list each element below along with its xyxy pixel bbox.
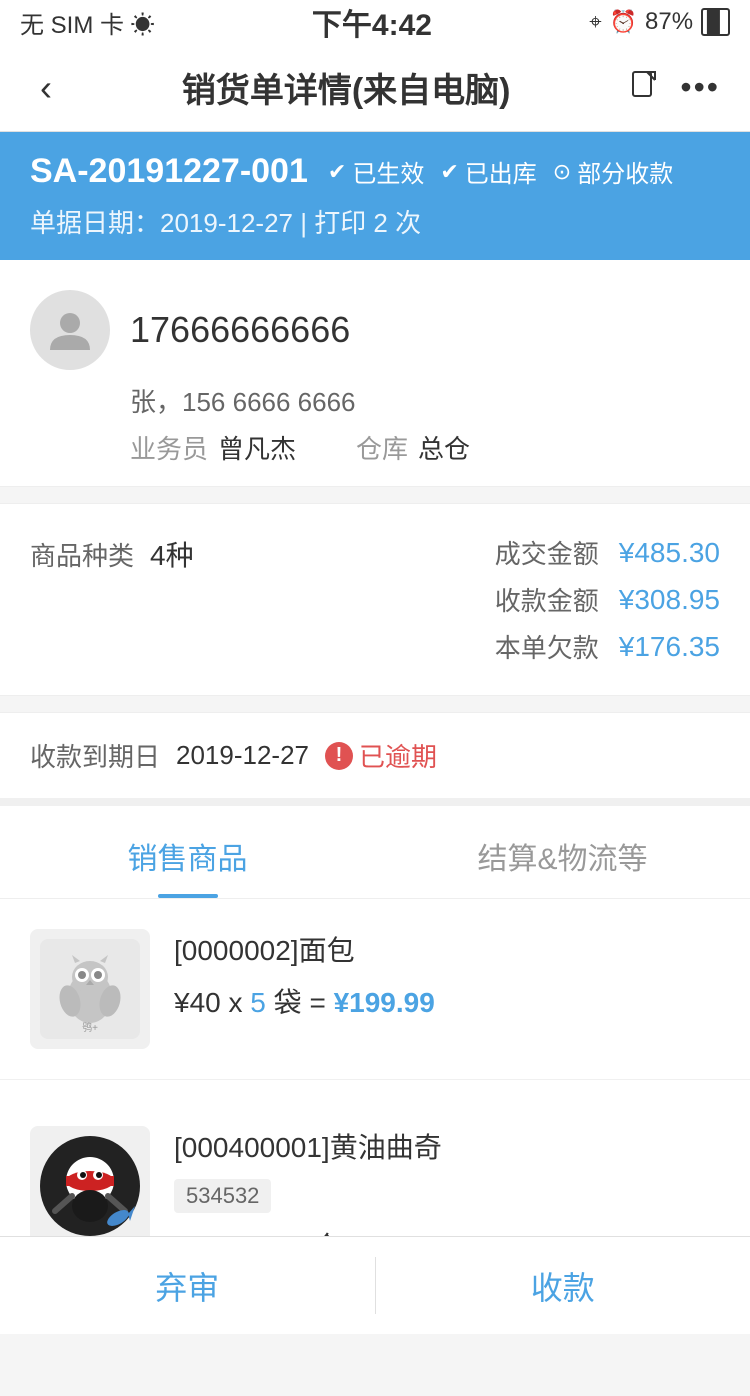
order-header-banner: SA-20191227-001 ✔ 已生效 ✔ 已出库 ⊙ 部分收款 单据日期：… bbox=[0, 132, 750, 260]
tab-products[interactable]: 销售商品 bbox=[0, 806, 375, 898]
warehouse-value: 总仓 bbox=[418, 429, 470, 466]
overdue-badge: ! 已逾期 bbox=[325, 737, 437, 774]
product-name-1: [0000002]面包 bbox=[174, 929, 720, 969]
product-thumbnail-2 bbox=[30, 1126, 150, 1246]
product-types-value: 4种 bbox=[150, 534, 194, 574]
customer-section: 17666666666 张，156 6666 6666 业务员 曾凡杰 仓库 总… bbox=[0, 260, 750, 487]
received-label: 收款金额 bbox=[495, 581, 599, 618]
customer-meta: 业务员 曾凡杰 仓库 总仓 bbox=[130, 429, 720, 466]
product-tag-2: 534532 bbox=[174, 1179, 271, 1213]
due-date-section: 收款到期日 2019-12-27 ! 已逾期 bbox=[0, 712, 750, 806]
alarm-icon: ⏰ bbox=[610, 9, 637, 35]
status-bar: 无 SIM 卡 ☀ 下午4:42 ⌖ ⏰ 87% ▊ bbox=[0, 0, 750, 44]
svg-text:鸮+: 鸮+ bbox=[82, 1021, 98, 1034]
collect-payment-button[interactable]: 收款 bbox=[376, 1237, 750, 1334]
product-details-1: [0000002]面包 ¥40 x 5 袋 = ¥199.99 bbox=[174, 929, 720, 1049]
status-time: 下午4:42 bbox=[312, 0, 432, 44]
amount-value: ¥485.30 bbox=[619, 537, 720, 569]
due-date-value: 2019-12-27 bbox=[176, 740, 309, 771]
product-total-1: ¥199.99 bbox=[334, 987, 435, 1018]
owed-value: ¥176.35 bbox=[619, 631, 720, 663]
amount-label: 成交金额 bbox=[495, 534, 599, 571]
salesperson-value: 曾凡杰 bbox=[218, 429, 296, 466]
order-badges: ✔ 已生效 ✔ 已出库 ⊙ 部分收款 bbox=[328, 154, 673, 189]
signal-text: 无 SIM 卡 ☀ bbox=[20, 5, 155, 40]
customer-id: 17666666666 bbox=[130, 309, 350, 351]
check-icon-1: ✔ bbox=[328, 159, 346, 185]
received-value: ¥308.95 bbox=[619, 584, 720, 616]
due-label: 收款到期日 bbox=[30, 737, 160, 774]
product-price-1: ¥40 x 5 袋 = ¥199.99 bbox=[174, 981, 720, 1021]
overdue-icon: ! bbox=[325, 742, 353, 770]
check-icon-2: ✔ bbox=[440, 159, 458, 185]
nav-actions: ••• bbox=[630, 69, 720, 106]
cancel-audit-button[interactable]: 弃审 bbox=[0, 1237, 375, 1334]
order-sub-info: 单据日期：2019-12-27 | 打印 2 次 bbox=[30, 203, 720, 240]
owed-label: 本单欠款 bbox=[495, 628, 599, 665]
product-name-2: [000400001]黄油曲奇 bbox=[174, 1126, 720, 1166]
page-title: 销货单详情(来自电脑) bbox=[182, 63, 511, 112]
badge-shipped: ✔ 已出库 bbox=[440, 154, 536, 189]
salesperson-label: 业务员 bbox=[130, 429, 208, 466]
share-button[interactable] bbox=[630, 69, 660, 106]
location-icon: ⌖ bbox=[589, 9, 601, 35]
tab-settlement[interactable]: 结算&物流等 bbox=[375, 806, 750, 898]
list-item: 鸮+ [0000002]面包 ¥40 x 5 袋 = ¥199.99 bbox=[0, 899, 750, 1080]
stats-section: 商品种类 4种 成交金额 ¥485.30 收款金额 ¥308.95 本单欠款 ¥… bbox=[0, 503, 750, 696]
order-id: SA-20191227-001 bbox=[30, 152, 308, 191]
bottom-bar: 弃审 收款 bbox=[0, 1236, 750, 1334]
customer-avatar bbox=[30, 290, 110, 370]
battery-icon: ▊ bbox=[701, 8, 730, 36]
product-qty-1: 5 bbox=[250, 987, 266, 1018]
overdue-text: 已逾期 bbox=[359, 737, 437, 774]
back-button[interactable]: ‹ bbox=[30, 57, 62, 119]
product-types-label: 商品种类 bbox=[30, 536, 134, 573]
battery-text: 87% bbox=[645, 8, 693, 36]
more-button[interactable]: ••• bbox=[680, 69, 720, 106]
status-right: ⌖ ⏰ 87% ▊ bbox=[589, 8, 730, 36]
badge-effective: ✔ 已生效 bbox=[328, 154, 424, 189]
customer-contact: 张，156 6666 6666 bbox=[130, 382, 720, 419]
warehouse-label: 仓库 bbox=[356, 429, 408, 466]
badge-partial-payment: ⊙ 部分收款 bbox=[553, 154, 673, 189]
status-left: 无 SIM 卡 ☀ bbox=[20, 5, 155, 40]
clock-icon: ⊙ bbox=[553, 159, 571, 185]
product-thumbnail-1: 鸮+ bbox=[30, 929, 150, 1049]
tabs-section: 销售商品 结算&物流等 bbox=[0, 806, 750, 899]
nav-bar: ‹ 销货单详情(来自电脑) ••• bbox=[0, 44, 750, 132]
